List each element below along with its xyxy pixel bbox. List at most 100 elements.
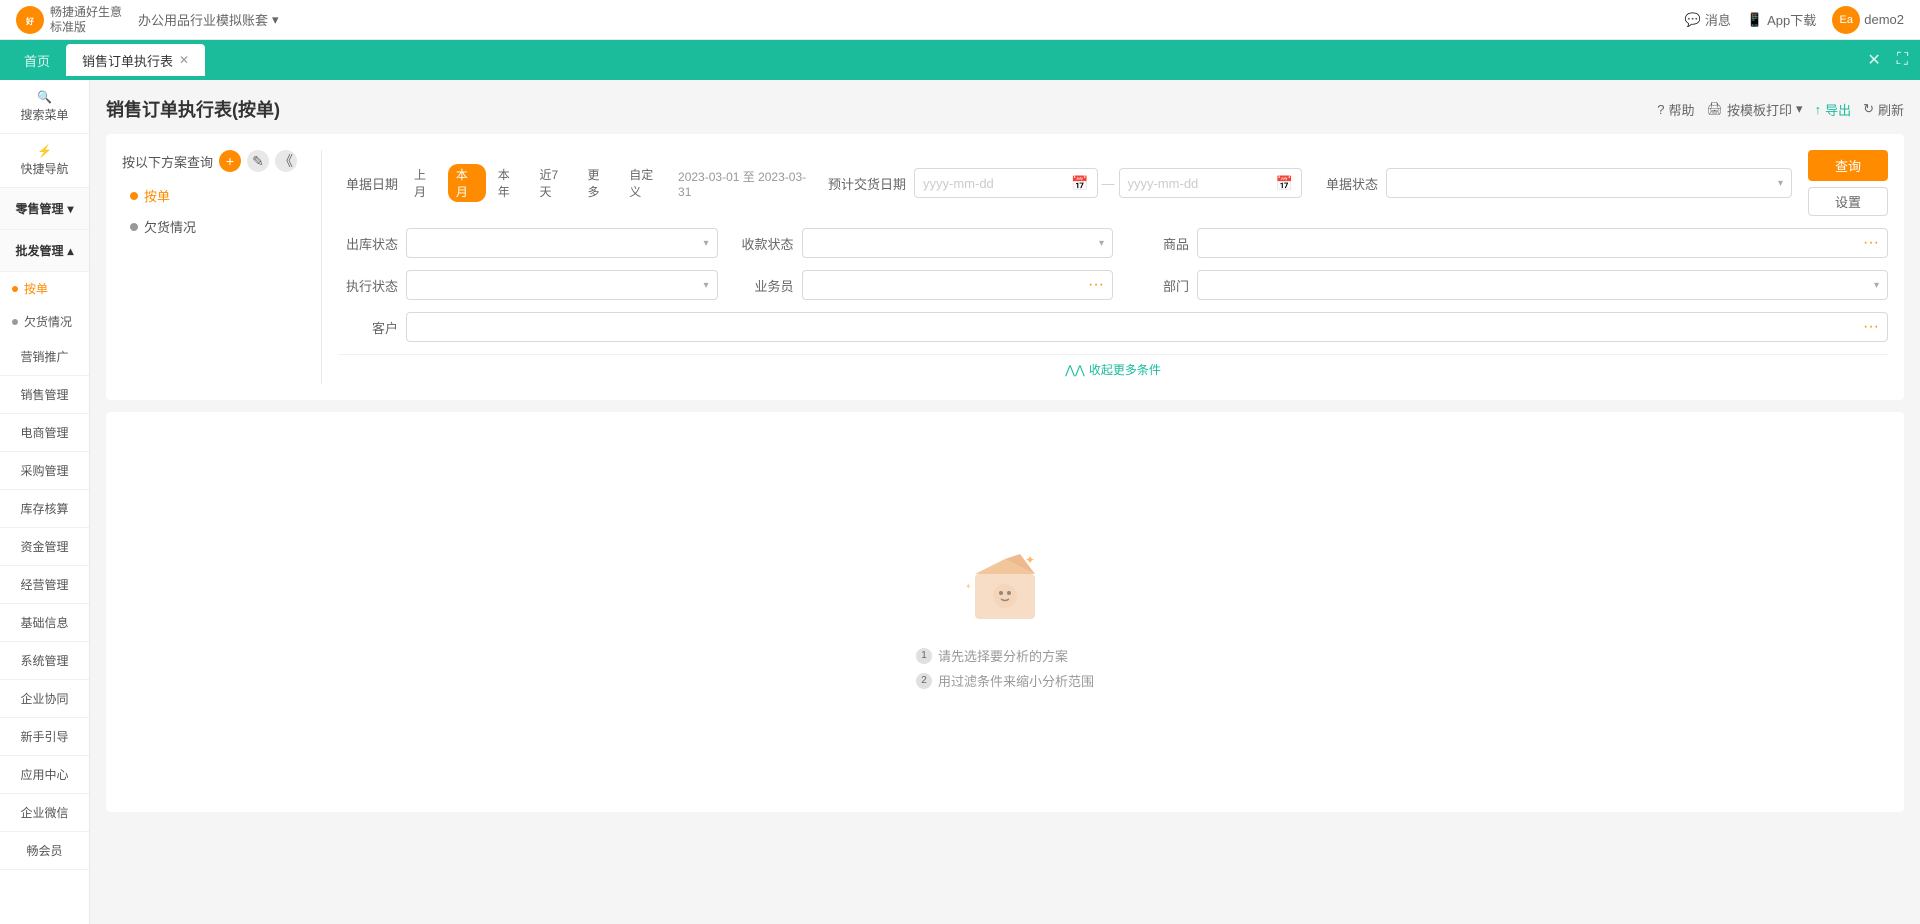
search-btn[interactable]: 查询 (1808, 150, 1888, 181)
customer-input[interactable]: ··· (406, 312, 1888, 342)
scheme-add-btn[interactable]: + (219, 150, 241, 172)
sidebar-sub-debt[interactable]: 欠货情况 (0, 305, 89, 338)
app-download-btn[interactable]: 📱 App下载 (1747, 10, 1816, 29)
salesperson-input[interactable]: ··· (802, 270, 1114, 300)
delivery-status-label: 出库状态 (338, 234, 398, 253)
filter-row-2: 出库状态 ▾ 收款状态 ▾ (338, 228, 1888, 258)
date-separator: — (1102, 176, 1115, 191)
date-tab-lastmonth[interactable]: 上月 (406, 164, 444, 202)
dept-group: 部门 ▾ (1129, 270, 1888, 300)
print-dropdown-icon: ▾ (1796, 101, 1803, 117)
scheme-item-press[interactable]: 按单 (122, 180, 309, 211)
action-col: 查询 设置 (1808, 150, 1888, 216)
customer-label: 客户 (338, 318, 398, 337)
scheme-item-debt[interactable]: 欠货情况 (122, 211, 309, 242)
sidebar-item-guide[interactable]: 新手引导 (0, 718, 89, 756)
header-right: 💬 消息 📱 App下载 Ea demo2 (1685, 6, 1904, 34)
exec-status-select[interactable]: ▾ (406, 270, 718, 300)
filter-row-3: 执行状态 ▾ 业务员 ··· (338, 270, 1888, 300)
sidebar-item-appstore[interactable]: 应用中心 (0, 756, 89, 794)
setting-btn[interactable]: 设置 (1808, 187, 1888, 216)
calendar-icon-to: 📅 (1276, 175, 1293, 192)
salesperson-group: 业务员 ··· (734, 270, 1114, 300)
payment-status-select[interactable]: ▾ (802, 228, 1114, 258)
page-actions: ? 帮助 🖨 按模板打印 ▾ ↑ 导出 ↻ 刷新 (1657, 100, 1904, 119)
order-status-select[interactable]: ▾ (1386, 168, 1792, 198)
dropdown-arrow-icon: ▾ (272, 12, 279, 28)
sidebar-item-member[interactable]: 畅会员 (0, 832, 89, 870)
salesperson-dots-icon: ··· (1088, 276, 1104, 294)
delivery-status-select[interactable]: ▾ (406, 228, 718, 258)
sidebar-item-operations[interactable]: 经营管理 (0, 566, 89, 604)
sub-dot-press (12, 286, 18, 292)
svg-text:✦: ✦ (965, 582, 972, 591)
content-area: 销售订单执行表(按单) ? 帮助 🖨 按模板打印 ▾ ↑ 导出 ↻ 刷新 (90, 80, 1920, 924)
help-btn[interactable]: ? 帮助 (1657, 100, 1694, 119)
logo-area: 好 畅捷通好生意 标准版 (16, 5, 122, 34)
sidebar-item-finance[interactable]: 资金管理 (0, 528, 89, 566)
sidebar-item-marketing[interactable]: 营销推广 (0, 338, 89, 376)
messages-btn[interactable]: 💬 消息 (1685, 10, 1731, 29)
sidebar-item-enterprise[interactable]: 企业协同 (0, 680, 89, 718)
date-tab-thisyear[interactable]: 本年 (490, 164, 528, 202)
tab-maximize-btn[interactable]: ⛶ (1893, 47, 1912, 73)
goods-group: 商品 ··· (1129, 228, 1888, 258)
tab-home[interactable]: 首页 (8, 44, 66, 76)
sidebar-item-system[interactable]: 系统管理 (0, 642, 89, 680)
exec-status-group: 执行状态 ▾ (338, 270, 718, 300)
refresh-btn[interactable]: ↻ 刷新 (1863, 100, 1904, 119)
date-tab-custom[interactable]: 自定义 (621, 164, 670, 202)
industry-selector[interactable]: 办公用品行业模拟账套 ▾ (130, 10, 287, 29)
scheme-dot-press (130, 192, 138, 200)
svg-text:✦: ✦ (1025, 553, 1035, 567)
scheme-collapse-btn[interactable]: 《 (275, 150, 297, 172)
sidebar-item-quicknav[interactable]: ⚡ 快捷导航 (0, 134, 89, 188)
phone-icon: 📱 (1747, 12, 1763, 28)
user-area[interactable]: Ea demo2 (1832, 6, 1904, 34)
scheme-edit-btn[interactable]: ✎ (247, 150, 269, 172)
tab-bar-actions: ✕ ⛶ (1863, 46, 1920, 74)
dept-select[interactable]: ▾ (1197, 270, 1888, 300)
tab-close-icon[interactable]: ✕ (179, 53, 189, 67)
expected-date-inputs: yyyy-mm-dd 📅 — yyyy-mm-dd 📅 (914, 168, 1302, 198)
order-status-chevron: ▾ (1778, 178, 1783, 189)
filter-row-1: 单据日期 上月 本月 本年 近7天 更多 自定义 2023-03-01 至 20… (338, 150, 1888, 216)
help-icon: ? (1657, 102, 1664, 117)
print-btn[interactable]: 🖨 按模板打印 ▾ (1707, 100, 1803, 119)
date-tab-thismonth[interactable]: 本月 (448, 164, 486, 202)
sidebar-item-retail[interactable]: 零售管理 ▾ (0, 188, 89, 230)
sidebar-item-sales[interactable]: 销售管理 (0, 376, 89, 414)
tab-close-window-btn[interactable]: ✕ (1863, 46, 1884, 74)
sidebar-item-search[interactable]: 🔍 搜索菜单 (0, 80, 89, 134)
sidebar-item-ecommerce[interactable]: 电商管理 (0, 414, 89, 452)
collapse-btn[interactable]: ⋀⋀ 收起更多条件 (338, 354, 1888, 384)
delivery-chevron: ▾ (703, 238, 708, 249)
logo-text: 畅捷通好生意 标准版 (50, 5, 122, 34)
filter-layout: 按以下方案查询 + ✎ 《 按单 欠货情况 (122, 150, 1888, 384)
expected-date-from[interactable]: yyyy-mm-dd 📅 (914, 168, 1098, 198)
sidebar-item-inventory[interactable]: 库存核算 (0, 490, 89, 528)
filter-row-4: 客户 ··· (338, 312, 1888, 342)
sidebar-sub-press[interactable]: 按单 (0, 272, 89, 305)
date-tab-7days[interactable]: 近7天 (532, 164, 576, 202)
order-status-label: 单据状态 (1318, 174, 1378, 193)
top-header: 好 畅捷通好生意 标准版 办公用品行业模拟账套 ▾ 💬 消息 📱 App下载 E… (0, 0, 1920, 40)
exec-status-label: 执行状态 (338, 276, 398, 295)
dept-label: 部门 (1129, 276, 1189, 295)
sidebar-item-basic[interactable]: 基础信息 (0, 604, 89, 642)
sidebar-item-purchase[interactable]: 采购管理 (0, 452, 89, 490)
search-icon: 🔍 (37, 90, 52, 104)
tab-sales-order[interactable]: 销售订单执行表 ✕ (66, 44, 205, 76)
expected-date-to[interactable]: yyyy-mm-dd 📅 (1119, 168, 1303, 198)
exec-chevron: ▾ (703, 280, 708, 291)
goods-select[interactable]: ··· (1197, 228, 1888, 258)
goods-label: 商品 (1129, 234, 1189, 253)
empty-tip-2: 2 用过滤条件来缩小分析范围 (916, 671, 1094, 690)
tip-num-1: 1 (916, 648, 932, 664)
export-btn[interactable]: ↑ 导出 (1815, 100, 1852, 119)
sidebar-item-wechat[interactable]: 企业微信 (0, 794, 89, 832)
date-tab-more[interactable]: 更多 (579, 164, 617, 202)
payment-status-group: 收款状态 ▾ (734, 228, 1114, 258)
empty-illustration: ✦ ✦ (955, 534, 1055, 634)
sidebar-item-wholesale[interactable]: 批发管理 ▴ (0, 230, 89, 272)
